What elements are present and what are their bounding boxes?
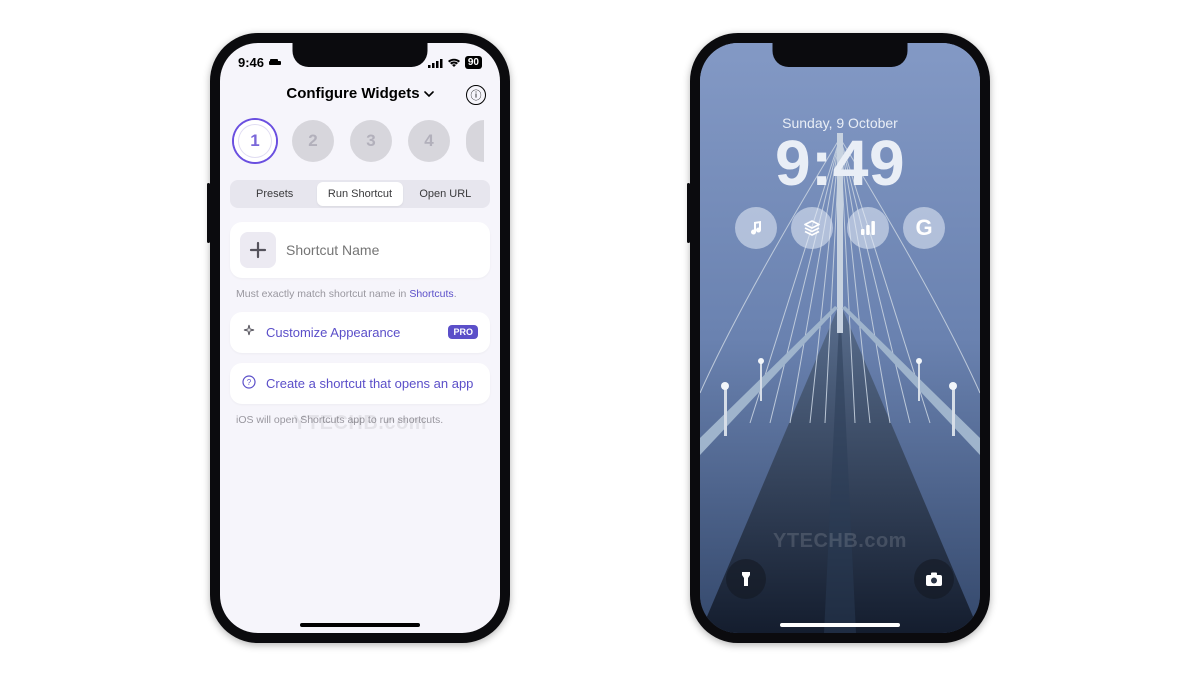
widget-layers[interactable] [791, 207, 833, 249]
tab-presets[interactable]: Presets [232, 182, 317, 206]
camera-button[interactable] [914, 559, 954, 599]
music-note-icon [747, 219, 765, 237]
carplay-icon [268, 55, 282, 70]
home-indicator[interactable] [780, 623, 900, 627]
step-2[interactable]: 2 [292, 120, 334, 162]
widget-chart[interactable] [847, 207, 889, 249]
flashlight-button[interactable] [726, 559, 766, 599]
camera-icon [925, 571, 943, 587]
create-shortcut-label: Create a shortcut that opens an app [266, 376, 478, 391]
screen-configure-widgets: 9:46 90 Configure Widgets [220, 43, 500, 633]
step-1[interactable]: 1 [234, 120, 276, 162]
chevron-down-icon [424, 85, 434, 102]
lock-time: 9:49 [700, 131, 980, 195]
signal-icon [428, 58, 443, 68]
step-3[interactable]: 3 [350, 120, 392, 162]
customize-appearance-row[interactable]: Customize Appearance PRO [230, 312, 490, 353]
create-shortcut-row[interactable]: ? Create a shortcut that opens an app [230, 363, 490, 404]
tab-run-shortcut[interactable]: Run Shortcut [317, 182, 402, 206]
svg-text:?: ? [247, 378, 252, 387]
header-title-button[interactable]: Configure Widgets [286, 85, 433, 102]
shortcut-name-input[interactable] [286, 242, 480, 258]
help-icon: ? [242, 375, 256, 392]
widget-google[interactable]: G [903, 207, 945, 249]
plus-icon [249, 241, 267, 259]
battery-level: 90 [465, 56, 482, 69]
pro-badge: PRO [448, 325, 478, 339]
header: Configure Widgets ⓘ [220, 75, 500, 114]
bar-chart-icon [859, 219, 877, 237]
shortcuts-link[interactable]: Shortcuts [409, 288, 453, 300]
add-icon-button[interactable] [240, 232, 276, 268]
shortcut-input-card [230, 222, 490, 278]
phone-left: 9:46 90 Configure Widgets [210, 33, 510, 643]
layers-icon [803, 219, 821, 237]
lock-widgets-row: G [700, 207, 980, 249]
shortcut-match-note: Must exactly match shortcut name in Shor… [220, 288, 500, 312]
tab-open-url[interactable]: Open URL [403, 182, 488, 206]
sparkle-icon [242, 324, 256, 341]
step-row: 1 2 3 4 [220, 114, 500, 180]
widget-music[interactable] [735, 207, 777, 249]
info-button[interactable]: ⓘ [466, 85, 486, 105]
watermark: YTECHB.com [293, 412, 427, 435]
screen-lockscreen: Airtel 90 Sunday, 9 October 9:49 [700, 43, 980, 633]
notch [293, 43, 428, 67]
flashlight-icon [738, 570, 754, 588]
home-indicator[interactable] [300, 623, 420, 627]
wifi-icon [447, 58, 461, 68]
info-icon: ⓘ [471, 87, 482, 103]
customize-label: Customize Appearance [266, 325, 438, 340]
header-title-label: Configure Widgets [286, 85, 419, 102]
status-time: 9:46 [238, 55, 264, 70]
tab-segment: Presets Run Shortcut Open URL [220, 180, 500, 222]
step-4[interactable]: 4 [408, 120, 450, 162]
step-5-peek[interactable] [466, 120, 484, 162]
notch [773, 43, 908, 67]
watermark: YTECHB.com [773, 530, 907, 553]
phone-right: Airtel 90 Sunday, 9 October 9:49 [690, 33, 990, 643]
